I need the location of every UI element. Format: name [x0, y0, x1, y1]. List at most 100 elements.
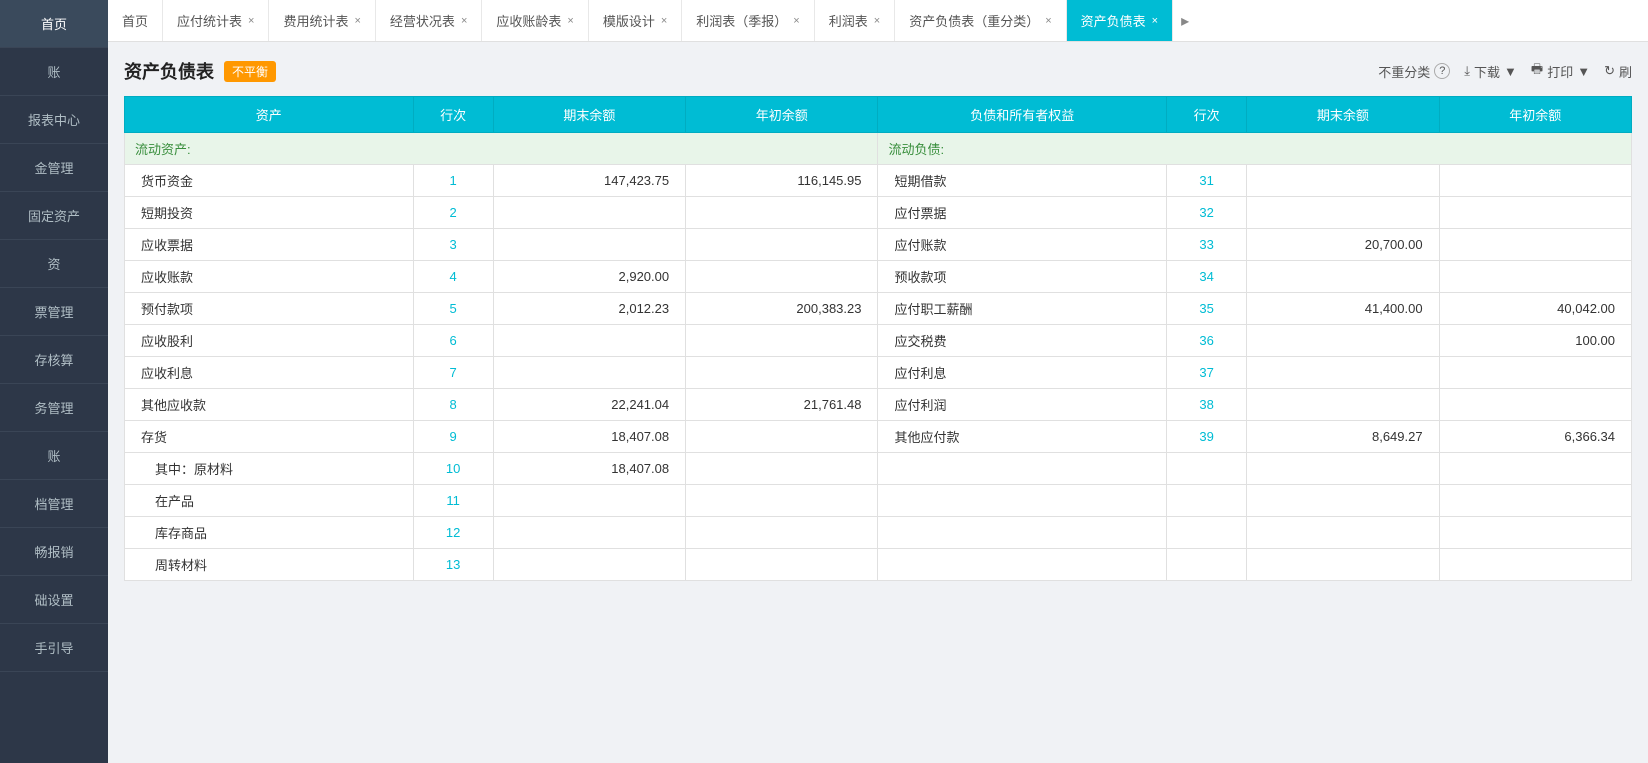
print-icon: 🖶 [1531, 60, 1543, 82]
left-name[interactable]: 应收账款 [125, 261, 414, 293]
left-name[interactable]: 短期投资 [125, 197, 414, 229]
right-name[interactable] [878, 549, 1167, 581]
left-end-balance [493, 357, 685, 389]
tab-operation-status-label: 经营状况表 [390, 11, 455, 30]
left-end-balance [493, 485, 685, 517]
download-button[interactable]: ⤓ 下载 ▼ [1464, 62, 1517, 81]
sidebar-item-expense[interactable]: 畅报销 [0, 528, 108, 576]
left-row-num: 7 [413, 357, 493, 389]
right-name[interactable] [878, 485, 1167, 517]
right-year-start: 40,042.00 [1439, 293, 1631, 325]
left-name[interactable]: 货币资金 [125, 165, 414, 197]
tab-scroll-arrow[interactable]: ▸ [1173, 11, 1197, 31]
tab-expense-stats-close[interactable]: × [354, 15, 360, 27]
right-year-start [1439, 197, 1631, 229]
right-row-num [1167, 549, 1247, 581]
tab-operation-status-close[interactable]: × [461, 15, 467, 27]
tab-template-design[interactable]: 模版设计 × [589, 0, 682, 41]
refresh-button[interactable]: ↻ 刷 [1604, 62, 1632, 81]
right-name[interactable]: 预收款项 [878, 261, 1167, 293]
left-name[interactable]: 其他应收款 [125, 389, 414, 421]
tab-payable-stats-label: 应付统计表 [177, 11, 242, 30]
left-name[interactable]: 其中：原材料 [125, 453, 414, 485]
print-chevron: ▼ [1577, 64, 1590, 79]
right-name[interactable]: 应交税费 [878, 325, 1167, 357]
sidebar-item-affairs-mgmt[interactable]: 务管理 [0, 384, 108, 432]
left-name[interactable]: 应收利息 [125, 357, 414, 389]
right-name[interactable]: 其他应付款 [878, 421, 1167, 453]
sidebar-item-ticket-mgmt[interactable]: 票管理 [0, 288, 108, 336]
right-name[interactable] [878, 453, 1167, 485]
tab-receivable-aging[interactable]: 应收账龄表 × [482, 0, 588, 41]
sidebar-item-guide[interactable]: 手引导 [0, 624, 108, 672]
sidebar-item-ledger[interactable]: 账 [0, 432, 108, 480]
left-name[interactable]: 应收股利 [125, 325, 414, 357]
tab-operation-status[interactable]: 经营状况表 × [376, 0, 482, 41]
sidebar-item-fund-mgmt[interactable]: 金管理 [0, 144, 108, 192]
right-end-balance [1247, 261, 1439, 293]
print-button[interactable]: 🖶 打印 ▼ [1531, 60, 1590, 82]
left-row-num: 6 [413, 325, 493, 357]
left-year-start [686, 197, 878, 229]
left-row-num: 5 [413, 293, 493, 325]
sidebar-item-account[interactable]: 账 [0, 48, 108, 96]
tab-home[interactable]: 首页 [108, 0, 163, 41]
right-row-num [1167, 453, 1247, 485]
left-row-num: 13 [413, 549, 493, 581]
section-right-label: 流动负债: [878, 133, 1632, 165]
left-name[interactable]: 存货 [125, 421, 414, 453]
tab-receivable-aging-close[interactable]: × [567, 15, 573, 27]
left-row-num: 12 [413, 517, 493, 549]
help-icon[interactable]: ? [1434, 63, 1450, 79]
left-name[interactable]: 周转材料 [125, 549, 414, 581]
sidebar-item-capital[interactable]: 资 [0, 240, 108, 288]
left-name[interactable]: 应收票据 [125, 229, 414, 261]
left-year-start [686, 325, 878, 357]
category-toggle[interactable]: 不重分类 ? [1378, 62, 1450, 81]
tab-payable-stats[interactable]: 应付统计表 × [163, 0, 269, 41]
sidebar-item-settings[interactable]: 础设置 [0, 576, 108, 624]
tab-profit-close[interactable]: × [874, 15, 880, 27]
tab-balance-reclassified-close[interactable]: × [1045, 15, 1051, 27]
right-name[interactable]: 应付账款 [878, 229, 1167, 261]
left-name[interactable]: 在产品 [125, 485, 414, 517]
col-year-start2: 年初余额 [1439, 97, 1631, 133]
left-row-num: 11 [413, 485, 493, 517]
tab-payable-stats-close[interactable]: × [248, 15, 254, 27]
right-name[interactable]: 短期借款 [878, 165, 1167, 197]
sidebar-item-inventory[interactable]: 存核算 [0, 336, 108, 384]
right-name[interactable]: 应付利息 [878, 357, 1167, 389]
tab-profit-quarterly[interactable]: 利润表（季报） × [682, 0, 814, 41]
right-end-balance: 8,649.27 [1247, 421, 1439, 453]
left-year-start [686, 229, 878, 261]
tab-balance-reclassified-label: 资产负债表（重分类） [909, 11, 1039, 30]
right-name[interactable]: 应付票据 [878, 197, 1167, 229]
unbalanced-badge: 不平衡 [224, 61, 276, 82]
left-year-start [686, 549, 878, 581]
left-name[interactable]: 库存商品 [125, 517, 414, 549]
left-name[interactable]: 预付款项 [125, 293, 414, 325]
sidebar-item-fixed-assets[interactable]: 固定资产 [0, 192, 108, 240]
left-year-start [686, 485, 878, 517]
right-name[interactable] [878, 517, 1167, 549]
download-label: 下载 [1474, 62, 1500, 81]
tab-profit-quarterly-close[interactable]: × [793, 15, 799, 27]
right-name[interactable]: 应付职工薪酬 [878, 293, 1167, 325]
tab-balance-reclassified[interactable]: 资产负债表（重分类） × [895, 0, 1066, 41]
tab-expense-stats[interactable]: 费用统计表 × [269, 0, 375, 41]
right-name[interactable]: 应付利润 [878, 389, 1167, 421]
right-end-balance [1247, 165, 1439, 197]
tab-balance-sheet[interactable]: 资产负债表 × [1067, 0, 1173, 41]
sidebar-item-report-center[interactable]: 报表中心 [0, 96, 108, 144]
download-icon: ⤓ [1464, 63, 1470, 79]
right-row-num: 34 [1167, 261, 1247, 293]
tab-profit[interactable]: 利润表 × [815, 0, 895, 41]
page-title: 资产负债表 [124, 58, 214, 84]
tab-template-design-close[interactable]: × [661, 15, 667, 27]
tab-balance-sheet-close[interactable]: × [1152, 15, 1158, 27]
tab-home-label: 首页 [122, 11, 148, 30]
right-row-num [1167, 517, 1247, 549]
right-year-start: 6,366.34 [1439, 421, 1631, 453]
sidebar-item-home[interactable]: 首页 [0, 0, 108, 48]
sidebar-item-archive[interactable]: 档管理 [0, 480, 108, 528]
